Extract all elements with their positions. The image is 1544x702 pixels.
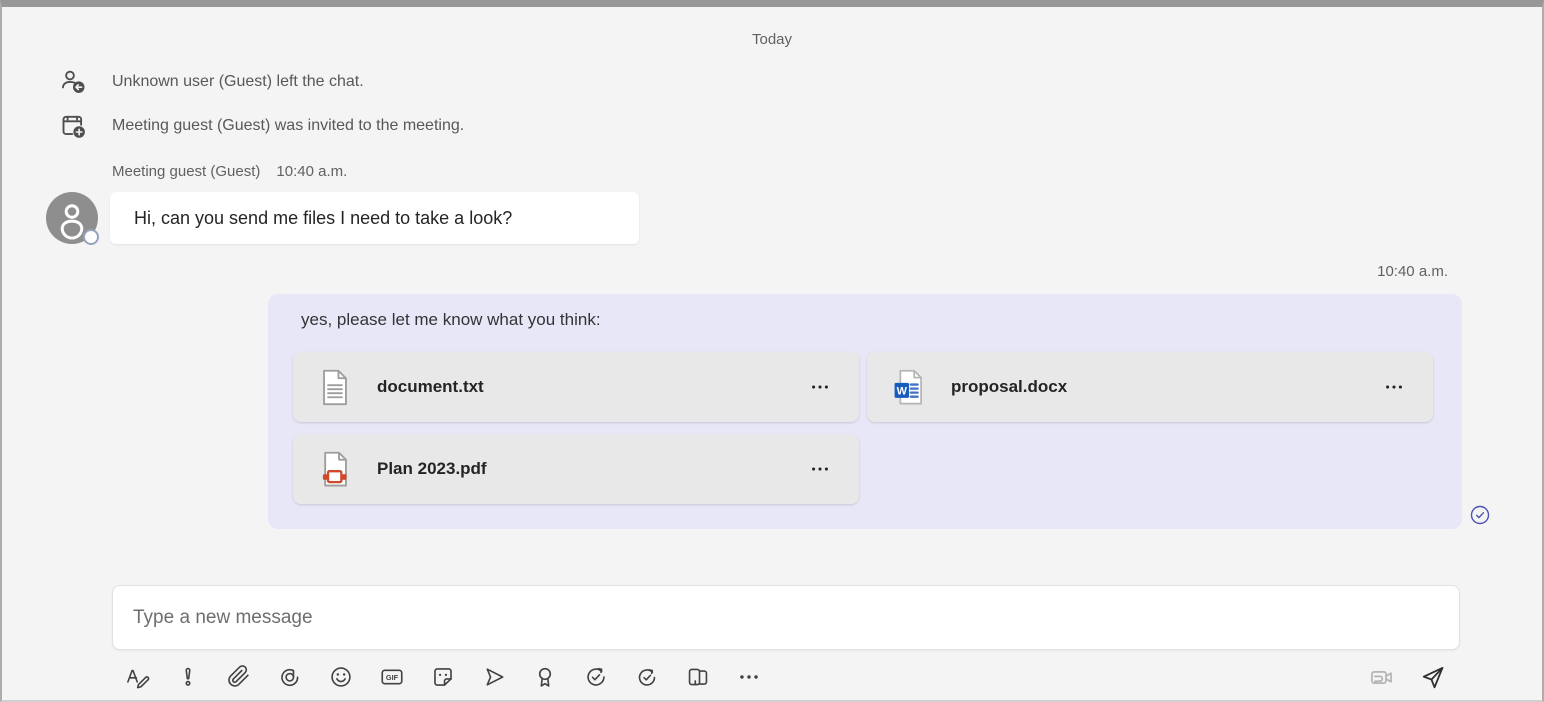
composer-toolbar: GIF [123, 662, 762, 692]
book-icon[interactable] [684, 662, 711, 692]
more-icon[interactable] [735, 662, 762, 692]
sender-name: Meeting guest (Guest) [112, 163, 261, 180]
person-left-icon [62, 70, 85, 93]
video-clip-icon[interactable] [1368, 662, 1395, 692]
calendar-add-icon [62, 115, 85, 138]
sent-message-bubble: yes, please let me know what you think: … [268, 294, 1462, 529]
received-message-text: Hi, can you send me files I need to take… [134, 207, 513, 228]
composer-right-actions [1368, 662, 1446, 692]
file-more-options-icon[interactable] [803, 452, 837, 486]
docx-file-icon: W [894, 369, 924, 405]
file-more-options-icon[interactable] [803, 370, 837, 404]
date-divider: Today [751, 31, 793, 48]
system-message: Unknown user (Guest) left the chat. [58, 67, 364, 97]
approvals-icon[interactable] [582, 662, 609, 692]
system-message: Meeting guest (Guest) was invited to the… [58, 111, 464, 141]
avatar[interactable] [46, 192, 99, 245]
file-card[interactable]: Wproposal.docx [867, 352, 1433, 422]
svg-text:W: W [897, 385, 908, 397]
sent-message-time: 10:40 a.m. [1377, 263, 1448, 280]
file-name: document.txt [377, 377, 484, 396]
message-input[interactable] [113, 586, 1459, 649]
message-input-container [112, 585, 1460, 650]
system-message-text: Unknown user (Guest) left the chat. [112, 73, 364, 90]
loop-icon[interactable] [276, 662, 303, 692]
received-message-bubble: Hi, can you send me files I need to take… [110, 192, 639, 244]
emoji-icon[interactable] [327, 662, 354, 692]
attachment-grid: document.txt Wproposal.docx Plan 2023.pdf [293, 352, 1433, 504]
file-more-options-icon[interactable] [1377, 370, 1411, 404]
svg-text:GIF: GIF [385, 673, 398, 682]
message-header: Meeting guest (Guest) 10:40 a.m. [112, 163, 347, 180]
priority-icon[interactable] [174, 662, 201, 692]
presence-status-icon [83, 229, 99, 245]
txt-file-icon [320, 369, 350, 406]
file-card[interactable]: Plan 2023.pdf [293, 434, 859, 504]
message-time: 10:40 a.m. [276, 163, 348, 180]
system-message-text: Meeting guest (Guest) was invited to the… [112, 117, 465, 134]
updates-icon[interactable] [633, 662, 660, 692]
stream-icon[interactable] [480, 662, 507, 692]
praise-icon[interactable] [531, 662, 558, 692]
pdf-file-icon [320, 451, 350, 487]
attach-icon[interactable] [225, 662, 252, 692]
sticker-icon[interactable] [429, 662, 456, 692]
gif-icon[interactable]: GIF [378, 662, 405, 692]
read-receipt-icon [1470, 505, 1490, 525]
file-card[interactable]: document.txt [293, 352, 859, 422]
sent-message-text: yes, please let me know what you think: [301, 310, 601, 329]
send-icon[interactable] [1419, 662, 1446, 692]
file-name: proposal.docx [951, 377, 1068, 396]
file-name: Plan 2023.pdf [377, 459, 487, 478]
format-icon[interactable] [123, 662, 150, 692]
teams-chat-window: { "chat": { "date_divider": "Today", "sy… [0, 0, 1544, 702]
